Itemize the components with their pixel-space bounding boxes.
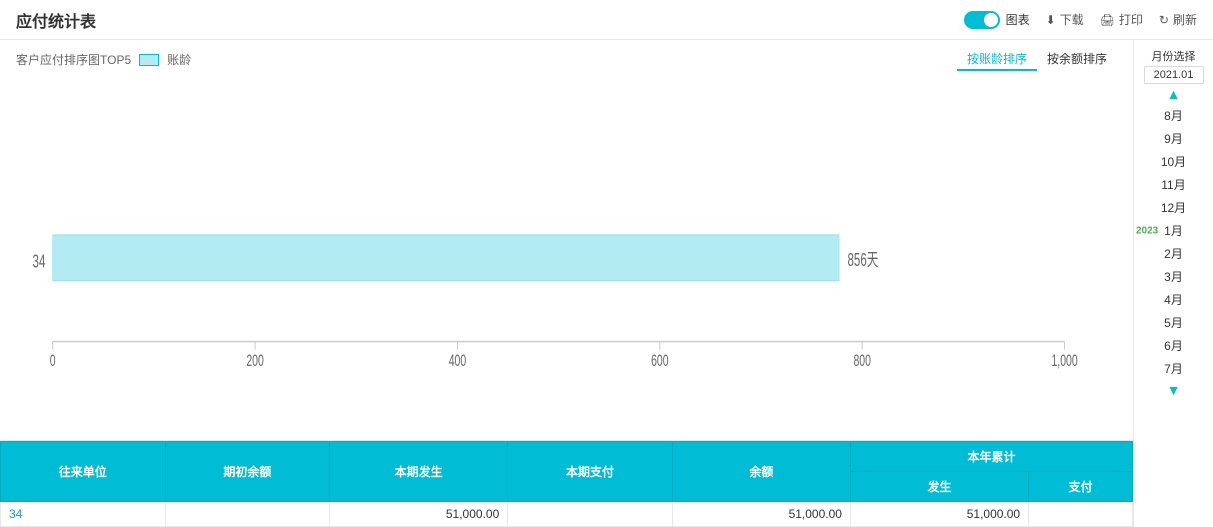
unit-cell: 34 [1, 502, 166, 527]
month-item-4[interactable]: 4月 [1134, 288, 1213, 311]
header: 应付统计表 图表 ⬇ 下载 🖨 打印 ↻ 刷新 [0, 0, 1213, 40]
svg-text:800: 800 [853, 352, 871, 370]
svg-text:34: 34 [33, 252, 46, 272]
print-icon: 🖨 [1100, 13, 1115, 27]
header-actions: 图表 ⬇ 下载 🖨 打印 ↻ 刷新 [964, 11, 1197, 29]
sidebar-title: 月份选择 [1152, 44, 1196, 66]
month-item-8[interactable]: 8月 [1134, 104, 1213, 127]
toggle-thumb [984, 13, 998, 27]
right-sidebar: 月份选择 ▲ 8月 9月 10月 11月 12月 2023 1月 2月 3月 4… [1133, 40, 1213, 527]
legend-text: 客户应付排序图TOP5 [16, 51, 131, 68]
year-input[interactable] [1144, 66, 1204, 84]
ytd-pay-cell [1029, 502, 1133, 527]
download-icon: ⬇ [1046, 13, 1056, 27]
unit-link[interactable]: 34 [9, 507, 22, 521]
col-balance-header: 余额 [672, 442, 850, 502]
col-ytd-pay-header: 支付 [1029, 472, 1133, 502]
svg-text:200: 200 [246, 352, 264, 370]
month-item-9[interactable]: 9月 [1134, 127, 1213, 150]
table-area: 往来单位 期初余额 本期发生 本期支付 余额 本年累计 发生 支付 [0, 440, 1133, 527]
svg-text:0: 0 [50, 352, 56, 370]
print-button[interactable]: 🖨 打印 [1100, 11, 1143, 28]
svg-text:600: 600 [651, 352, 669, 370]
refresh-label: 刷新 [1173, 11, 1197, 28]
month-item-5[interactable]: 5月 [1134, 311, 1213, 334]
svg-text:1,000: 1,000 [1051, 352, 1077, 370]
chart-label: 图表 [1006, 11, 1030, 28]
col-current-occur-header: 本期发生 [330, 442, 508, 502]
chart-area: 客户应付排序图TOP5 账龄 按账龄排序 按余额排序 34 856天 [0, 40, 1133, 527]
nav-down-arrow[interactable]: ▼ [1164, 380, 1184, 400]
page-title: 应付统计表 [16, 8, 96, 32]
refresh-icon: ↻ [1159, 13, 1169, 27]
download-label: 下载 [1060, 11, 1084, 28]
app-container: 应付统计表 图表 ⬇ 下载 🖨 打印 ↻ 刷新 [0, 0, 1213, 527]
month-item-6[interactable]: 6月 [1134, 334, 1213, 357]
nav-up-arrow[interactable]: ▲ [1164, 84, 1184, 104]
legend-box [139, 54, 159, 66]
sort-by-balance-button[interactable]: 按余额排序 [1037, 48, 1117, 71]
chart-sort-buttons: 按账龄排序 按余额排序 [957, 48, 1117, 71]
month-item-1[interactable]: 2023 1月 [1134, 219, 1213, 242]
table-row: 34 51,000.00 51,000.00 51,000.00 [1, 502, 1133, 527]
col-opening-header: 期初余额 [165, 442, 330, 502]
print-label: 打印 [1119, 11, 1143, 28]
month-item-3[interactable]: 3月 [1134, 265, 1213, 288]
col-ytd-header: 本年累计 [850, 442, 1132, 472]
refresh-button[interactable]: ↻ 刷新 [1159, 11, 1197, 28]
chart-header: 客户应付排序图TOP5 账龄 按账龄排序 按余额排序 [0, 40, 1133, 79]
month-item-11[interactable]: 11月 [1134, 173, 1213, 196]
chart-toggle[interactable]: 图表 [964, 11, 1030, 29]
main-content: 客户应付排序图TOP5 账龄 按账龄排序 按余额排序 34 856天 [0, 40, 1213, 527]
month-item-10[interactable]: 10月 [1134, 150, 1213, 173]
svg-text:400: 400 [449, 352, 467, 370]
opening-balance-cell [165, 502, 330, 527]
month-item-7[interactable]: 7月 [1134, 357, 1213, 380]
col-unit-header: 往来单位 [1, 442, 166, 502]
legend-label: 账龄 [167, 51, 191, 68]
ytd-occur-cell: 51,000.00 [850, 502, 1028, 527]
month-item-12[interactable]: 12月 [1134, 196, 1213, 219]
month-item-2[interactable]: 2月 [1134, 242, 1213, 265]
download-button[interactable]: ⬇ 下载 [1046, 11, 1084, 28]
sort-by-age-button[interactable]: 按账龄排序 [957, 48, 1037, 71]
current-occur-cell: 51,000.00 [330, 502, 508, 527]
col-ytd-occur-header: 发生 [850, 472, 1028, 502]
balance-cell: 51,000.00 [672, 502, 850, 527]
current-pay-cell [508, 502, 673, 527]
chart-svg: 34 856天 0 200 400 600 800 1,000 [16, 79, 1117, 440]
chart-legend: 客户应付排序图TOP5 账龄 [16, 51, 191, 68]
data-table: 往来单位 期初余额 本期发生 本期支付 余额 本年累计 发生 支付 [0, 441, 1133, 527]
svg-text:856天: 856天 [848, 251, 879, 271]
chart-wrapper: 34 856天 0 200 400 600 800 1,000 [0, 79, 1133, 440]
toggle-track[interactable] [964, 11, 1000, 29]
col-current-pay-header: 本期支付 [508, 442, 673, 502]
year-badge: 2023 [1136, 225, 1158, 236]
